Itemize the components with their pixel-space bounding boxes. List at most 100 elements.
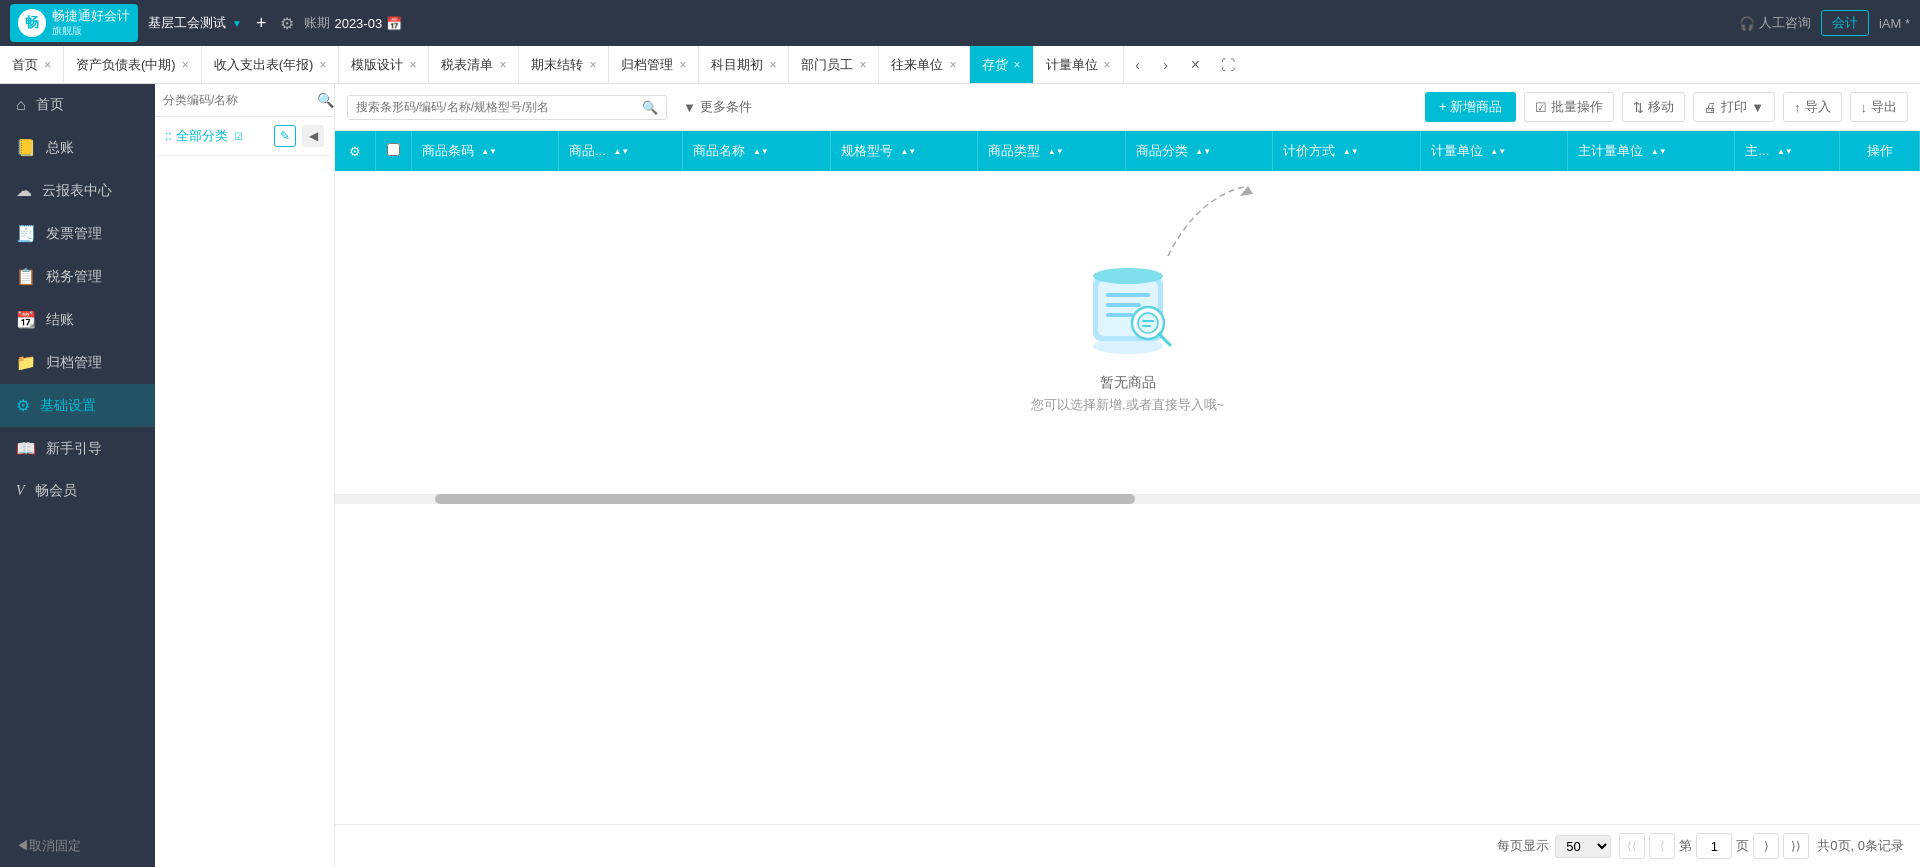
empty-title: 暂无商品: [1100, 374, 1156, 392]
tab-template-label: 模版设计: [351, 56, 403, 74]
tab-subject-close[interactable]: ×: [769, 58, 776, 72]
more-conditions-button[interactable]: ▼ 更多条件: [675, 94, 760, 120]
sidebar-unpin-button[interactable]: ◀取消固定: [0, 825, 155, 867]
tab-home[interactable]: 首页 ×: [0, 46, 64, 84]
tab-unit[interactable]: 计量单位 ×: [1034, 46, 1124, 84]
top-header: 畅 畅捷通好会计 旗舰版 基层工会测试 ▼ + ⚙ 账期 2023-03 📅 🎧…: [0, 0, 1920, 46]
tab-archive-close[interactable]: ×: [679, 58, 686, 72]
th-num[interactable]: 主... ▲▼: [1735, 131, 1840, 171]
tab-next-button[interactable]: ›: [1152, 46, 1180, 84]
tab-template-close[interactable]: ×: [409, 58, 416, 72]
category-collapse-button[interactable]: ◀: [302, 125, 324, 147]
sidebar-item-home[interactable]: ⌂ 首页: [0, 84, 155, 126]
tab-subject[interactable]: 科目期初 ×: [699, 46, 789, 84]
tab-inventory[interactable]: 存货 ×: [970, 46, 1034, 84]
category-edit-button[interactable]: ✎: [274, 125, 296, 147]
tab-period-end-close[interactable]: ×: [589, 58, 596, 72]
sidebar-item-reports[interactable]: ☁ 云报表中心: [0, 169, 155, 212]
tab-balance[interactable]: 资产负债表(中期) ×: [64, 46, 202, 84]
tab-income[interactable]: 收入支出表(年报) ×: [202, 46, 340, 84]
first-page-button[interactable]: ⟨⟨: [1619, 833, 1645, 859]
tab-tax-close[interactable]: ×: [499, 58, 506, 72]
page-number-input[interactable]: 1: [1696, 833, 1732, 859]
settings-icon[interactable]: ⚙: [280, 14, 294, 33]
tab-supplier[interactable]: 往来单位 ×: [879, 46, 969, 84]
horizontal-scrollbar[interactable]: [335, 494, 1920, 504]
tab-income-close[interactable]: ×: [319, 58, 326, 72]
th-main-unit[interactable]: 主计量单位 ▲▼: [1568, 131, 1735, 171]
th-unit[interactable]: 计量单位 ▲▼: [1420, 131, 1567, 171]
th-checkbox[interactable]: [375, 131, 411, 171]
svg-point-9: [1138, 313, 1158, 333]
tab-supplier-close[interactable]: ×: [949, 58, 956, 72]
right-content: 🔍 ▼ 更多条件 + 新增商品 ☑ 批量操作 ⇅: [335, 84, 1920, 867]
tab-balance-close[interactable]: ×: [182, 58, 189, 72]
svg-rect-5: [1106, 303, 1141, 307]
th-name[interactable]: 商品名称 ▲▼: [683, 131, 830, 171]
calendar-icon[interactable]: 📅: [386, 16, 402, 31]
home-icon: ⌂: [16, 96, 26, 114]
new-product-button[interactable]: + 新增商品: [1425, 92, 1516, 122]
sidebar-item-home-label: 首页: [36, 96, 64, 114]
tab-close-all-button[interactable]: ×: [1180, 46, 1212, 84]
print-label: 打印: [1721, 98, 1747, 116]
tab-inventory-close[interactable]: ×: [1014, 58, 1021, 72]
batch-ops-button[interactable]: ☑ 批量操作: [1524, 92, 1614, 122]
tab-dept-close[interactable]: ×: [859, 58, 866, 72]
page-navigation: ⟨⟨ ⟨ 第 1 页 ⟩ ⟩⟩: [1619, 833, 1809, 859]
consult-button[interactable]: 🎧 人工咨询: [1739, 14, 1811, 32]
sidebar-item-closing[interactable]: 📆 结账: [0, 298, 155, 341]
next-page-button[interactable]: ⟩: [1753, 833, 1779, 859]
export-button[interactable]: ↓ 导出: [1850, 92, 1909, 122]
reports-icon: ☁: [16, 181, 32, 200]
sidebar-item-guide[interactable]: 📖 新手引导: [0, 427, 155, 470]
all-category-row[interactable]: :: 全部分类 ☑ ✎ ◀: [155, 117, 334, 156]
import-button[interactable]: ↑ 导入: [1783, 92, 1842, 122]
iam-label: iAM *: [1879, 16, 1910, 31]
main-unit-sort-icon: ▲▼: [1651, 148, 1667, 156]
all-category-label: 全部分类: [176, 127, 228, 145]
prev-page-button[interactable]: ⟨: [1649, 833, 1675, 859]
tab-prev-button[interactable]: ‹: [1124, 46, 1152, 84]
sidebar-item-invoice[interactable]: 🧾 发票管理: [0, 212, 155, 255]
sidebar-item-settings[interactable]: ⚙ 基础设置: [0, 384, 155, 427]
tab-unit-close[interactable]: ×: [1104, 58, 1111, 72]
th-settings[interactable]: ⚙: [335, 131, 375, 171]
filter-search-input[interactable]: [356, 100, 638, 114]
last-page-button[interactable]: ⟩⟩: [1783, 833, 1809, 859]
tab-dept[interactable]: 部门员工 ×: [789, 46, 879, 84]
th-code[interactable]: 商品... ▲▼: [558, 131, 682, 171]
tab-expand-button[interactable]: ⛶: [1212, 46, 1244, 84]
th-type[interactable]: 商品类型 ▲▼: [978, 131, 1125, 171]
sidebar-item-member[interactable]: V 畅会员: [0, 470, 155, 512]
tab-archive[interactable]: 归档管理 ×: [609, 46, 699, 84]
sidebar-item-archive[interactable]: 📁 归档管理: [0, 341, 155, 384]
inventory-page: 🔍 :: 全部分类 ☑ ✎ ◀ 🔍: [155, 84, 1920, 867]
tab-template[interactable]: 模版设计 ×: [339, 46, 429, 84]
tab-unit-label: 计量单位: [1046, 56, 1098, 74]
category-search-input[interactable]: [163, 93, 313, 107]
th-num-label: 主...: [1745, 143, 1769, 158]
main-layout: ⌂ 首页 📒 总账 ☁ 云报表中心 🧾 发票管理 📋 税务管理 📆 结账 📁 归…: [0, 84, 1920, 867]
th-spec[interactable]: 规格型号 ▲▼: [830, 131, 977, 171]
scrollbar-thumb[interactable]: [435, 494, 1135, 504]
sidebar-item-tax[interactable]: 📋 税务管理: [0, 255, 155, 298]
tab-archive-label: 归档管理: [621, 56, 673, 74]
page-size-select[interactable]: 20 50 100: [1555, 835, 1611, 858]
th-price-method[interactable]: 计价方式 ▲▼: [1273, 131, 1420, 171]
tab-period-end[interactable]: 期末结转 ×: [519, 46, 609, 84]
tab-tax[interactable]: 税表清单 ×: [429, 46, 519, 84]
account-button[interactable]: 会计: [1821, 10, 1869, 36]
add-company-button[interactable]: +: [252, 13, 271, 34]
print-button[interactable]: 🖨 打印 ▼: [1693, 92, 1775, 122]
th-category[interactable]: 商品分类 ▲▼: [1125, 131, 1272, 171]
move-button[interactable]: ⇅ 移动: [1622, 92, 1685, 122]
tab-home-close[interactable]: ×: [44, 58, 51, 72]
sidebar-item-ledger[interactable]: 📒 总账: [0, 126, 155, 169]
th-barcode[interactable]: 商品条码 ▲▼: [411, 131, 558, 171]
company-selector[interactable]: 基层工会测试 ▼: [148, 14, 242, 32]
svg-rect-11: [1142, 320, 1154, 322]
select-all-checkbox[interactable]: [387, 143, 400, 156]
filter-search-icon[interactable]: 🔍: [642, 100, 658, 115]
category-search-icon[interactable]: 🔍: [317, 92, 334, 108]
